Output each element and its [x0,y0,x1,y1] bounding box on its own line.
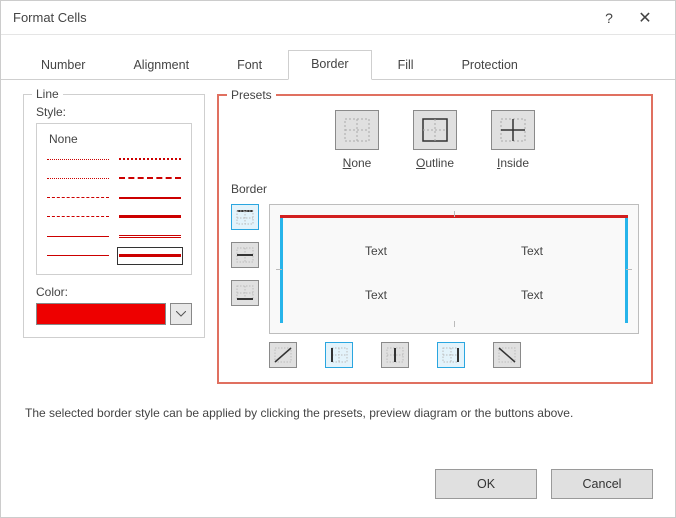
border-preview[interactable]: Text Text Text Text [269,204,639,334]
group-border-label: Border [227,182,639,196]
border-mid-h-icon [236,247,254,263]
panel-border: Line Style: None [1,80,675,455]
preset-none-icon [343,117,371,143]
style-dotted-thin[interactable] [47,152,109,166]
tab-protection[interactable]: Protection [440,52,540,80]
help-button[interactable]: ? [591,10,627,26]
border-right-icon [442,347,460,363]
tab-alignment[interactable]: Alignment [111,52,211,80]
border-left-button[interactable] [325,342,353,368]
close-button[interactable]: ✕ [627,8,663,28]
preview-right-border [625,218,628,323]
preset-inside-label: Inside [497,156,529,170]
color-label: Color: [36,285,192,299]
preset-none-label: None [343,156,372,170]
style-solid-heavy[interactable] [119,249,181,263]
preset-outline-label: Outline [416,156,454,170]
border-mid-v-icon [386,347,404,363]
style-dashdot-thick[interactable] [119,152,181,166]
preview-cell: Text [298,229,454,273]
group-presets-label: Presets [227,88,276,102]
style-dotted[interactable] [47,171,109,185]
border-left-icon [330,347,348,363]
border-bottom-icon [236,285,254,301]
border-top-button[interactable] [231,204,259,230]
titlebar: Format Cells ? ✕ [1,1,675,35]
style-solid[interactable] [47,249,109,263]
preview-cell: Text [454,229,610,273]
border-diag-up-icon [274,347,292,363]
style-solid-medium[interactable] [119,191,181,205]
ok-button[interactable]: OK [435,469,537,499]
tab-font[interactable]: Font [215,52,284,80]
preset-none[interactable] [335,110,379,150]
line-style-picker[interactable]: None [36,123,192,275]
tab-fill[interactable]: Fill [376,52,436,80]
border-diag-down-icon [498,347,516,363]
style-dash-thick[interactable] [119,171,181,185]
preset-inside[interactable] [491,110,535,150]
style-label: Style: [36,105,192,119]
chevron-down-icon [176,311,186,317]
border-diag-up-button[interactable] [269,342,297,368]
border-middle-vertical-button[interactable] [381,342,409,368]
border-right-button[interactable] [437,342,465,368]
group-line: Line Style: None [23,94,205,338]
color-swatch[interactable] [36,303,166,325]
style-solid-thick[interactable] [119,210,181,224]
tab-number[interactable]: Number [19,52,107,80]
preview-cell: Text [454,273,610,317]
style-double[interactable] [119,229,181,243]
cancel-button[interactable]: Cancel [551,469,653,499]
tab-bar: Number Alignment Font Border Fill Protec… [1,35,675,80]
preset-outline-icon [421,117,449,143]
preset-outline[interactable] [413,110,457,150]
preset-inside-icon [499,117,527,143]
hint-text: The selected border style can be applied… [23,396,653,422]
window-title: Format Cells [13,10,591,25]
preview-left-border [280,218,283,323]
border-top-icon [236,209,254,225]
dialog-buttons: OK Cancel [1,455,675,517]
style-none[interactable]: None [43,130,185,150]
border-bottom-button[interactable] [231,280,259,306]
style-solid-thin[interactable] [47,229,109,243]
tab-border[interactable]: Border [288,50,372,80]
style-dashed[interactable] [47,191,109,205]
border-diag-down-button[interactable] [493,342,521,368]
style-dashdot[interactable] [47,210,109,224]
format-cells-dialog: Format Cells ? ✕ Number Alignment Font B… [0,0,676,518]
border-middle-horizontal-button[interactable] [231,242,259,268]
group-presets-border: Presets None [217,94,653,384]
color-dropdown[interactable] [170,303,192,325]
preview-cell: Text [298,273,454,317]
group-line-label: Line [32,87,63,101]
